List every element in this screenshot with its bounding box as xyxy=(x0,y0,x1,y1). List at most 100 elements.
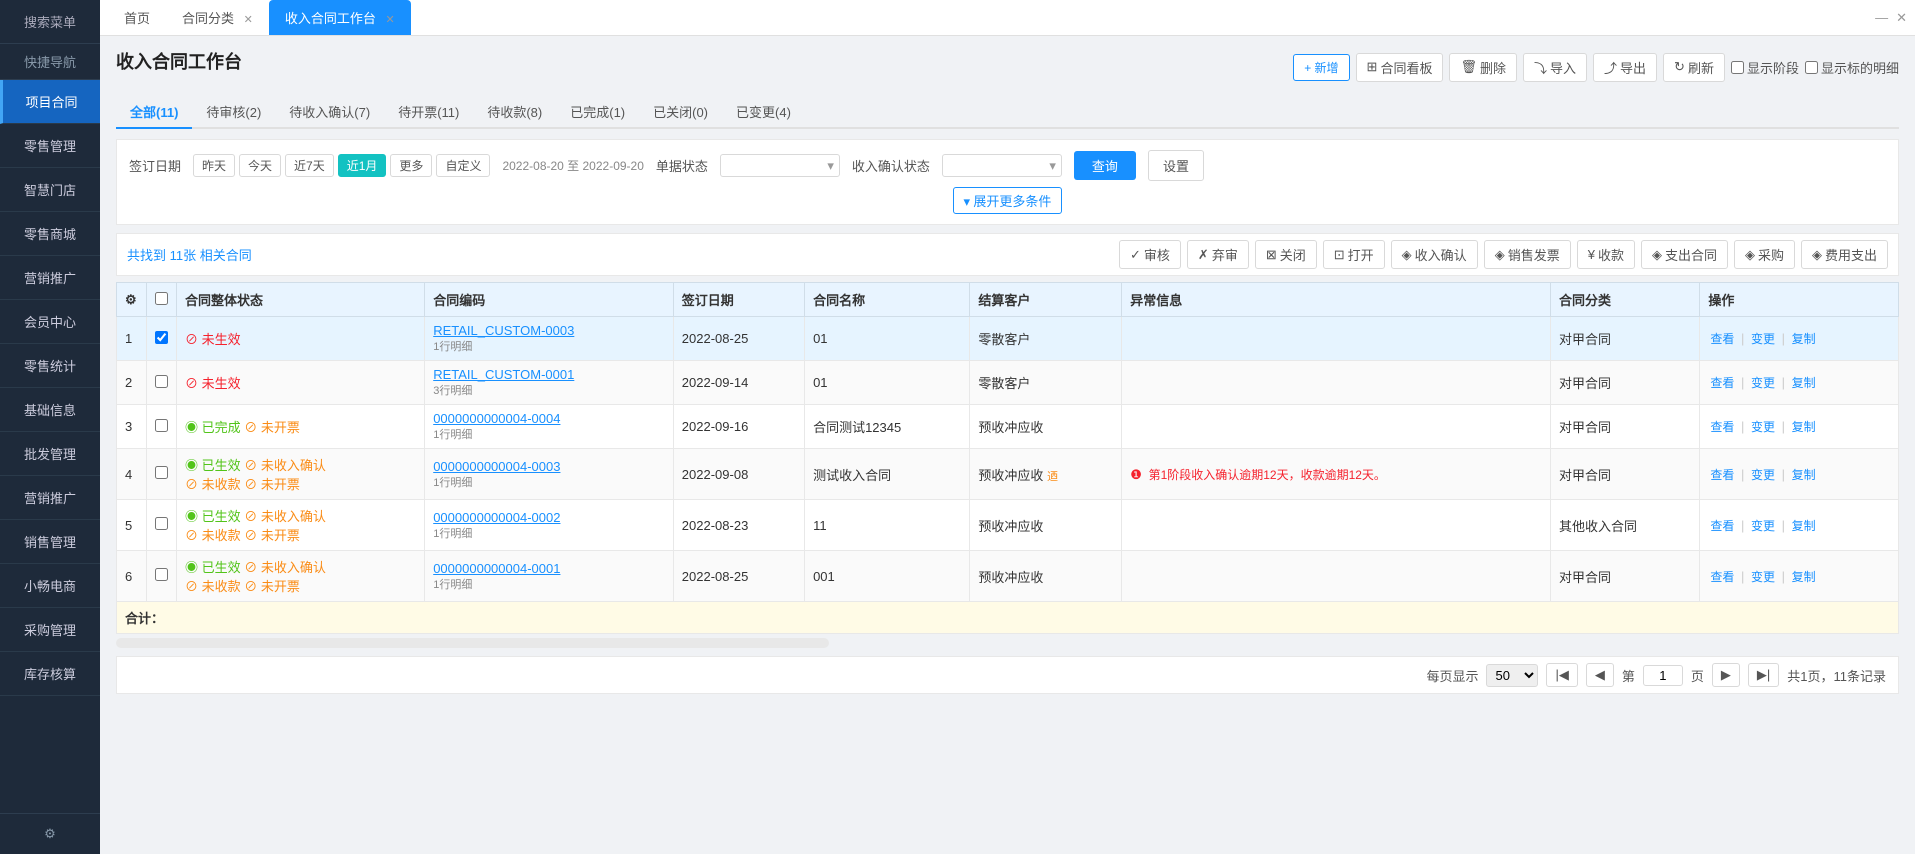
page-first-button[interactable]: |◀ xyxy=(1546,663,1577,687)
purchase-button[interactable]: ◈ 采购 xyxy=(1734,240,1795,269)
sidebar-settings[interactable]: ⚙ xyxy=(0,813,100,854)
sidebar-item-marketing-promo2[interactable]: 营销推广 xyxy=(0,476,100,520)
set-button[interactable]: 设置 xyxy=(1148,150,1204,181)
row-checkbox[interactable] xyxy=(147,500,177,551)
sidebar-item-xiaochang-ecom[interactable]: 小畅电商 xyxy=(0,564,100,608)
tab-home[interactable]: 首页 xyxy=(108,0,166,35)
th-checkbox[interactable] xyxy=(147,283,177,317)
th-gear[interactable]: ⚙ xyxy=(117,283,147,317)
change-action[interactable]: 变更 xyxy=(1751,332,1775,346)
sales-invoice-button[interactable]: ◈ 销售发票 xyxy=(1484,240,1571,269)
view-action[interactable]: 查看 xyxy=(1710,376,1734,390)
filter-tab-completed[interactable]: 已完成(1) xyxy=(556,96,639,129)
horizontal-scrollbar[interactable] xyxy=(116,638,829,648)
copy-action[interactable]: 复制 xyxy=(1792,468,1816,482)
expand-conditions-button[interactable]: ▾ 展开更多条件 xyxy=(953,187,1063,214)
row-select-checkbox[interactable] xyxy=(155,375,168,388)
filter-tab-all[interactable]: 全部(11) xyxy=(116,96,192,129)
refresh-button[interactable]: ↻ 刷新 xyxy=(1663,53,1725,82)
audit-button[interactable]: ✓ 审核 xyxy=(1119,240,1181,269)
sidebar-item-sales-manage[interactable]: 销售管理 xyxy=(0,520,100,564)
sidebar-item-inventory[interactable]: 库存核算 xyxy=(0,652,100,696)
row-select-checkbox[interactable] xyxy=(155,568,168,581)
view-action[interactable]: 查看 xyxy=(1710,420,1734,434)
income-confirm-select[interactable] xyxy=(942,154,1062,177)
abandon-audit-button[interactable]: ✗ 弃审 xyxy=(1187,240,1249,269)
sidebar-item-wholesale-manage[interactable]: 批发管理 xyxy=(0,432,100,476)
change-action[interactable]: 变更 xyxy=(1751,519,1775,533)
page-last-button[interactable]: ▶| xyxy=(1748,663,1779,687)
per-page-select[interactable]: 50 100 200 xyxy=(1486,664,1538,687)
select-all-checkbox[interactable] xyxy=(155,292,168,305)
contract-code-link[interactable]: 0000000000004-0004 xyxy=(433,411,560,426)
sidebar-item-marketing-promo[interactable]: 营销推广 xyxy=(0,256,100,300)
kanban-button[interactable]: ⊞ 合同看板 xyxy=(1356,53,1444,82)
sidebar-item-retail-mall[interactable]: 零售商城 xyxy=(0,212,100,256)
change-action[interactable]: 变更 xyxy=(1751,570,1775,584)
sidebar-item-smart-store[interactable]: 智慧门店 xyxy=(0,168,100,212)
show-detail-checkbox[interactable] xyxy=(1805,61,1818,74)
change-action[interactable]: 变更 xyxy=(1751,420,1775,434)
row-select-checkbox[interactable] xyxy=(155,419,168,432)
export-button[interactable]: ⤴ 导出 xyxy=(1593,53,1657,82)
view-action[interactable]: 查看 xyxy=(1710,332,1734,346)
sidebar-item-project-contract[interactable]: 项目合同 xyxy=(0,80,100,124)
row-select-checkbox[interactable] xyxy=(155,331,168,344)
view-action[interactable]: 查看 xyxy=(1710,570,1734,584)
date-btn-7days[interactable]: 近7天 xyxy=(285,154,334,177)
close-contract-button[interactable]: ⊠ 关闭 xyxy=(1255,240,1317,269)
row-select-checkbox[interactable] xyxy=(155,466,168,479)
tab-close-income-contract[interactable]: ✕ xyxy=(386,14,395,26)
copy-action[interactable]: 复制 xyxy=(1792,570,1816,584)
row-checkbox[interactable] xyxy=(147,449,177,500)
copy-action[interactable]: 复制 xyxy=(1792,376,1816,390)
sidebar-item-base-info[interactable]: 基础信息 xyxy=(0,388,100,432)
show-detail-checkbox-label[interactable]: 显示标的明细 xyxy=(1805,58,1899,77)
window-close-icon[interactable]: ✕ xyxy=(1896,10,1907,26)
contract-code-link[interactable]: 0000000000004-0001 xyxy=(433,561,560,576)
tab-close-contract-category[interactable]: ✕ xyxy=(244,14,253,26)
change-action[interactable]: 变更 xyxy=(1751,376,1775,390)
filter-tab-pending-invoice[interactable]: 待开票(11) xyxy=(384,96,473,129)
show-stage-checkbox[interactable] xyxy=(1731,61,1744,74)
import-button[interactable]: ⤵ 导入 xyxy=(1523,53,1587,82)
contract-code-link[interactable]: 0000000000004-0002 xyxy=(433,510,560,525)
row-select-checkbox[interactable] xyxy=(155,517,168,530)
date-btn-today[interactable]: 今天 xyxy=(239,154,281,177)
income-confirm-button[interactable]: ◈ 收入确认 xyxy=(1391,240,1478,269)
expense-out-button[interactable]: ◈ 费用支出 xyxy=(1801,240,1888,269)
row-checkbox[interactable] xyxy=(147,405,177,449)
page-number-input[interactable] xyxy=(1643,665,1683,686)
sidebar-item-member-center[interactable]: 会员中心 xyxy=(0,300,100,344)
date-btn-custom[interactable]: 自定义 xyxy=(436,154,490,177)
window-minimize-icon[interactable]: — xyxy=(1875,10,1888,25)
out-contract-button[interactable]: ◈ 支出合同 xyxy=(1641,240,1728,269)
filter-tab-closed[interactable]: 已关闭(0) xyxy=(639,96,722,129)
filter-tab-pending-income-confirm[interactable]: 待收入确认(7) xyxy=(275,96,384,129)
view-action[interactable]: 查看 xyxy=(1710,519,1734,533)
copy-action[interactable]: 复制 xyxy=(1792,519,1816,533)
query-button[interactable]: 查询 xyxy=(1074,151,1136,180)
delete-button[interactable]: 🗑 删除 xyxy=(1449,53,1517,82)
filter-tab-changed[interactable]: 已变更(4) xyxy=(722,96,805,129)
page-prev-button[interactable]: ◀ xyxy=(1586,663,1614,687)
filter-tab-pending-collect[interactable]: 待收款(8) xyxy=(473,96,556,129)
date-btn-more[interactable]: 更多 xyxy=(390,154,432,177)
sidebar-search[interactable]: 搜索菜单 xyxy=(0,0,100,44)
date-btn-yesterday[interactable]: 昨天 xyxy=(193,154,235,177)
row-checkbox[interactable] xyxy=(147,317,177,361)
open-contract-button[interactable]: ⊡ 打开 xyxy=(1323,240,1385,269)
contract-code-link[interactable]: RETAIL_CUSTOM-0003 xyxy=(433,323,574,338)
view-action[interactable]: 查看 xyxy=(1710,468,1734,482)
sidebar-item-purchase-manage[interactable]: 采购管理 xyxy=(0,608,100,652)
tab-contract-category[interactable]: 合同分类 ✕ xyxy=(166,0,269,35)
sidebar-item-retail-stats[interactable]: 零售统计 xyxy=(0,344,100,388)
filter-tab-pending-audit[interactable]: 待审核(2) xyxy=(192,96,275,129)
show-stage-checkbox-label[interactable]: 显示阶段 xyxy=(1731,58,1799,77)
row-checkbox[interactable] xyxy=(147,361,177,405)
copy-action[interactable]: 复制 xyxy=(1792,420,1816,434)
collect-button[interactable]: ¥ 收款 xyxy=(1577,240,1635,269)
contract-code-link[interactable]: 0000000000004-0003 xyxy=(433,459,560,474)
tab-income-contract[interactable]: 收入合同工作台 ✕ xyxy=(269,0,411,35)
doc-status-select[interactable] xyxy=(720,154,840,177)
